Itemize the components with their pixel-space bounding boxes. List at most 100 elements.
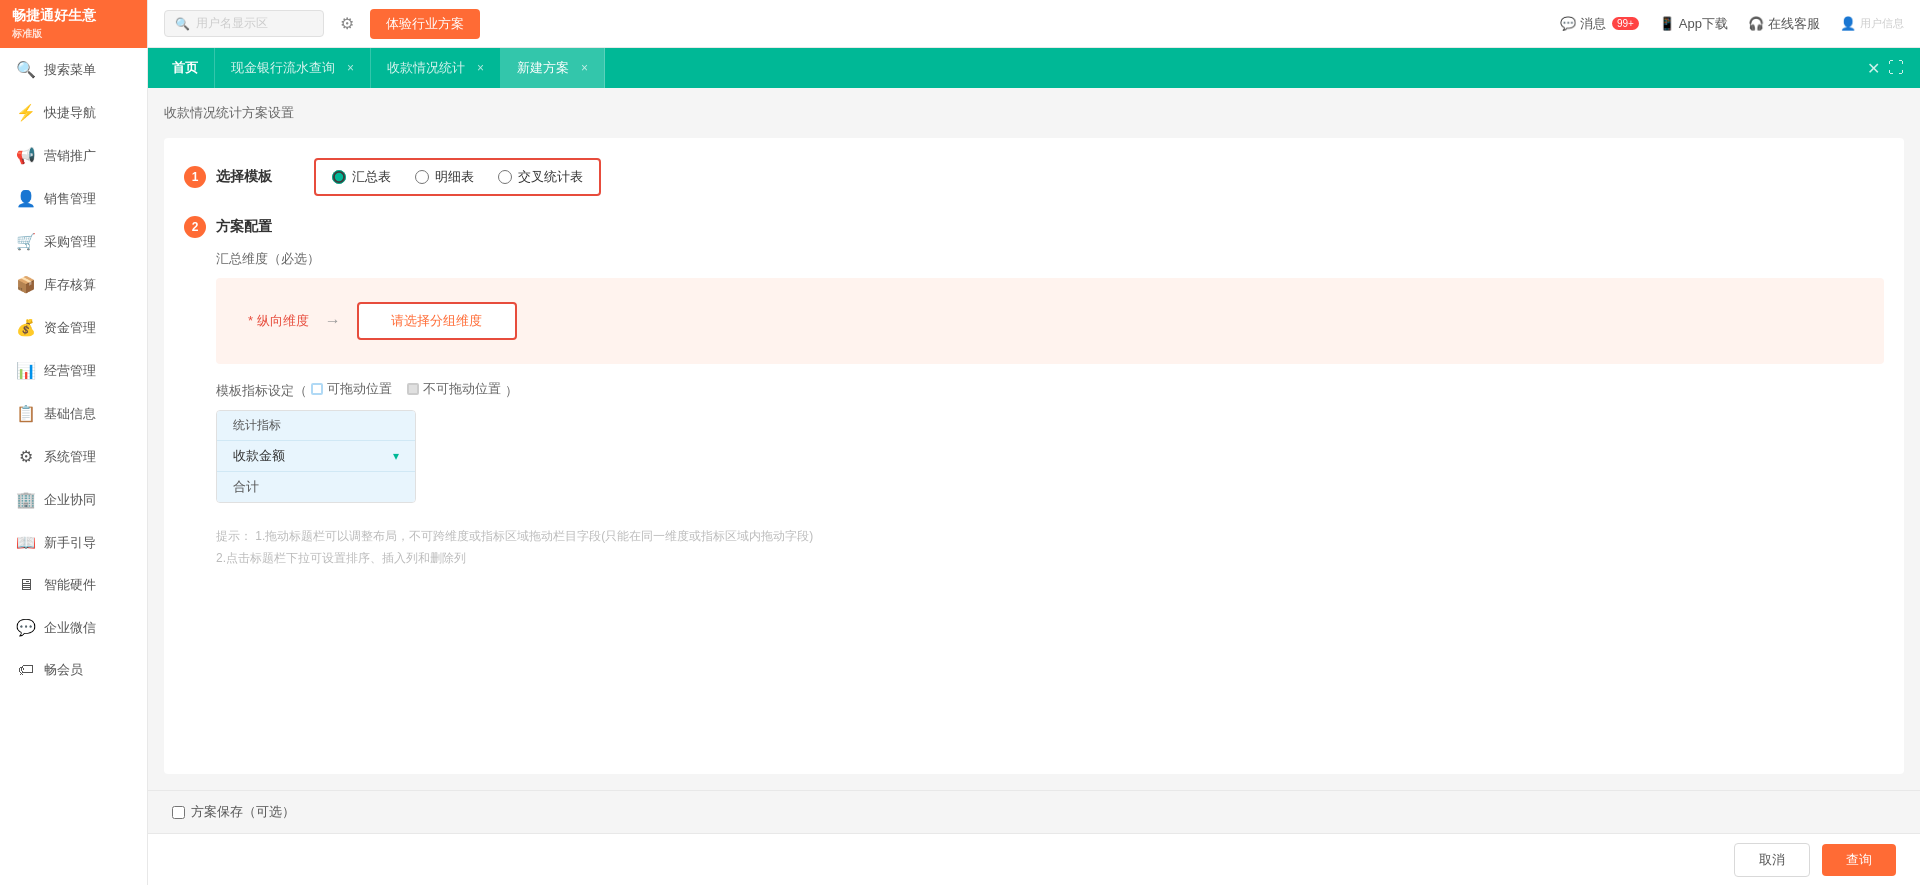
- tab-cashflow-close[interactable]: ×: [347, 61, 354, 75]
- sidebar-item-system[interactable]: ⚙ 系统管理: [0, 435, 147, 478]
- radio-summary[interactable]: [332, 170, 346, 184]
- template-cross-label: 交叉统计表: [518, 168, 583, 186]
- sidebar-item-guide[interactable]: 📖 新手引导: [0, 521, 147, 564]
- metrics-label-row: 模板指标设定（ 可拖动位置 不可拖动位置 ）: [216, 380, 1884, 400]
- tip-line1: 提示： 1.拖动标题栏可以调整布局，不可跨维度或指标区域拖动栏目字段(只能在同一…: [216, 526, 1884, 548]
- tab-newplan[interactable]: 新建方案 ×: [501, 48, 605, 88]
- tab-home-label: 首页: [172, 59, 198, 77]
- tab-bar-actions: ✕ ⛶: [1867, 48, 1912, 88]
- sidebar-item-label: 企业协同: [44, 491, 96, 509]
- chart-icon: 📊: [16, 361, 36, 380]
- dimension-area: 纵向维度 → 请选择分组维度: [216, 278, 1884, 364]
- download-button[interactable]: 📱 App下载: [1659, 15, 1728, 33]
- sidebar-item-inventory[interactable]: 📦 库存核算: [0, 263, 147, 306]
- sidebar-item-basicinfo[interactable]: 📋 基础信息: [0, 392, 147, 435]
- query-button[interactable]: 查询: [1822, 844, 1896, 876]
- legend-fixed-label: 不可拖动位置: [423, 380, 501, 398]
- tag-icon: 🏷: [16, 661, 36, 679]
- sidebar-item-enterprise[interactable]: 🏢 企业协同: [0, 478, 147, 521]
- metrics-label-text: 模板指标设定（: [216, 383, 307, 398]
- search-icon: 🔍: [16, 60, 36, 79]
- tab-receipts[interactable]: 收款情况统计 ×: [371, 48, 501, 88]
- sidebar-item-marketing[interactable]: 📢 营销推广: [0, 134, 147, 177]
- template-option-summary[interactable]: 汇总表: [332, 168, 391, 186]
- sidebar-item-member[interactable]: 🏷 畅会员: [0, 649, 147, 691]
- headset-icon: 🎧: [1748, 16, 1764, 31]
- metrics-dropdown-icon[interactable]: ▾: [393, 449, 399, 463]
- sidebar-item-quicknav[interactable]: ⚡ 快捷导航: [0, 91, 147, 134]
- message-icon: 💬: [1560, 16, 1576, 31]
- dimension-section-label: 汇总维度（必选）: [216, 250, 1884, 268]
- save-plan-checkbox-label[interactable]: 方案保存（可选）: [172, 803, 295, 821]
- sidebar-item-label: 畅会员: [44, 661, 83, 679]
- tab-cashflow[interactable]: 现金银行流水查询 ×: [215, 48, 371, 88]
- book-icon: 📖: [16, 533, 36, 552]
- sidebar-item-label: 搜索菜单: [44, 61, 96, 79]
- legend-movable-label: 可拖动位置: [327, 380, 392, 398]
- user-avatar[interactable]: 👤 用户信息: [1840, 16, 1904, 31]
- search-placeholder-text: 用户名显示区: [196, 15, 268, 32]
- sidebar-item-purchase[interactable]: 🛒 采购管理: [0, 220, 147, 263]
- tab-receipts-close[interactable]: ×: [477, 61, 484, 75]
- settings-icon: ⚙: [16, 447, 36, 466]
- gear-icon[interactable]: ⚙: [340, 14, 354, 33]
- phone-icon: 📱: [1659, 16, 1675, 31]
- close-window-icon[interactable]: ✕: [1867, 59, 1880, 78]
- template-option-cross[interactable]: 交叉统计表: [498, 168, 583, 186]
- sidebar-item-search[interactable]: 🔍 搜索菜单: [0, 48, 147, 91]
- industry-button[interactable]: 体验行业方案: [370, 9, 480, 39]
- logo-sub: 标准版: [12, 27, 96, 41]
- sidebar-item-label: 系统管理: [44, 448, 96, 466]
- tab-home[interactable]: 首页: [156, 48, 215, 88]
- action-bar: 取消 查询: [148, 833, 1920, 885]
- tab-newplan-label: 新建方案: [517, 59, 569, 77]
- messages-label: 消息: [1580, 15, 1606, 33]
- flash-icon: ⚡: [16, 103, 36, 122]
- tip-line2: 2.点击标题栏下拉可设置排序、插入列和删除列: [216, 548, 1884, 570]
- sidebar-item-finance[interactable]: 💰 资金管理: [0, 306, 147, 349]
- sidebar-item-label: 快捷导航: [44, 104, 96, 122]
- metrics-row-amount[interactable]: 收款金额 ▾: [217, 441, 415, 472]
- search-mini-icon: 🔍: [175, 17, 190, 31]
- metrics-amount-label: 收款金额: [233, 447, 385, 465]
- user-icon: 👤: [1840, 16, 1856, 31]
- header-search-box[interactable]: 🔍 用户名显示区: [164, 10, 324, 37]
- sidebar-item-label: 智能硬件: [44, 576, 96, 594]
- building-icon: 🏢: [16, 490, 36, 509]
- step1-header: 1 选择模板 汇总表 明细表: [184, 158, 1884, 196]
- sidebar-item-management[interactable]: 📊 经营管理: [0, 349, 147, 392]
- sidebar-item-hardware[interactable]: 🖥 智能硬件: [0, 564, 147, 606]
- list-icon: 📋: [16, 404, 36, 423]
- metrics-header: 统计指标: [217, 411, 415, 441]
- sidebar-item-label: 企业微信: [44, 619, 96, 637]
- template-option-detail[interactable]: 明细表: [415, 168, 474, 186]
- sidebar-item-wechat[interactable]: 💬 企业微信: [0, 606, 147, 649]
- radio-cross[interactable]: [498, 170, 512, 184]
- radio-detail[interactable]: [415, 170, 429, 184]
- messages-button[interactable]: 💬 消息 99+: [1560, 15, 1639, 33]
- cancel-button[interactable]: 取消: [1734, 843, 1810, 877]
- tab-newplan-close[interactable]: ×: [581, 61, 588, 75]
- page-title: 收款情况统计方案设置: [164, 104, 1904, 122]
- expand-icon[interactable]: ⛶: [1888, 59, 1904, 77]
- header-right: 💬 消息 99+ 📱 App下载 🎧 在线客服 👤 用户信息: [1560, 15, 1904, 33]
- sidebar-item-label: 采购管理: [44, 233, 96, 251]
- dimension-row: 纵向维度 → 请选择分组维度: [248, 302, 1852, 340]
- sidebar-item-label: 库存核算: [44, 276, 96, 294]
- top-header: 🔍 用户名显示区 ⚙ 体验行业方案 💬 消息 99+ 📱 App下载 🎧 在线客…: [148, 0, 1920, 48]
- dimension-placeholder[interactable]: 请选择分组维度: [357, 302, 517, 340]
- tips-area: 提示： 1.拖动标题栏可以调整布局，不可跨维度或指标区域拖动栏目字段(只能在同一…: [216, 526, 1884, 569]
- save-plan-checkbox[interactable]: [172, 806, 185, 819]
- user-label: 用户信息: [1860, 16, 1904, 31]
- metrics-section: 模板指标设定（ 可拖动位置 不可拖动位置 ）: [216, 380, 1884, 506]
- tab-receipts-label: 收款情况统计: [387, 59, 465, 77]
- service-button[interactable]: 🎧 在线客服: [1748, 15, 1820, 33]
- sidebar-item-sales[interactable]: 👤 销售管理: [0, 177, 147, 220]
- metrics-label-end: ）: [505, 383, 518, 398]
- main-card: 1 选择模板 汇总表 明细表: [164, 138, 1904, 774]
- service-label: 在线客服: [1768, 15, 1820, 33]
- person-icon: 👤: [16, 189, 36, 208]
- cart-icon: 🛒: [16, 232, 36, 251]
- megaphone-icon: 📢: [16, 146, 36, 165]
- monitor-icon: 🖥: [16, 576, 36, 594]
